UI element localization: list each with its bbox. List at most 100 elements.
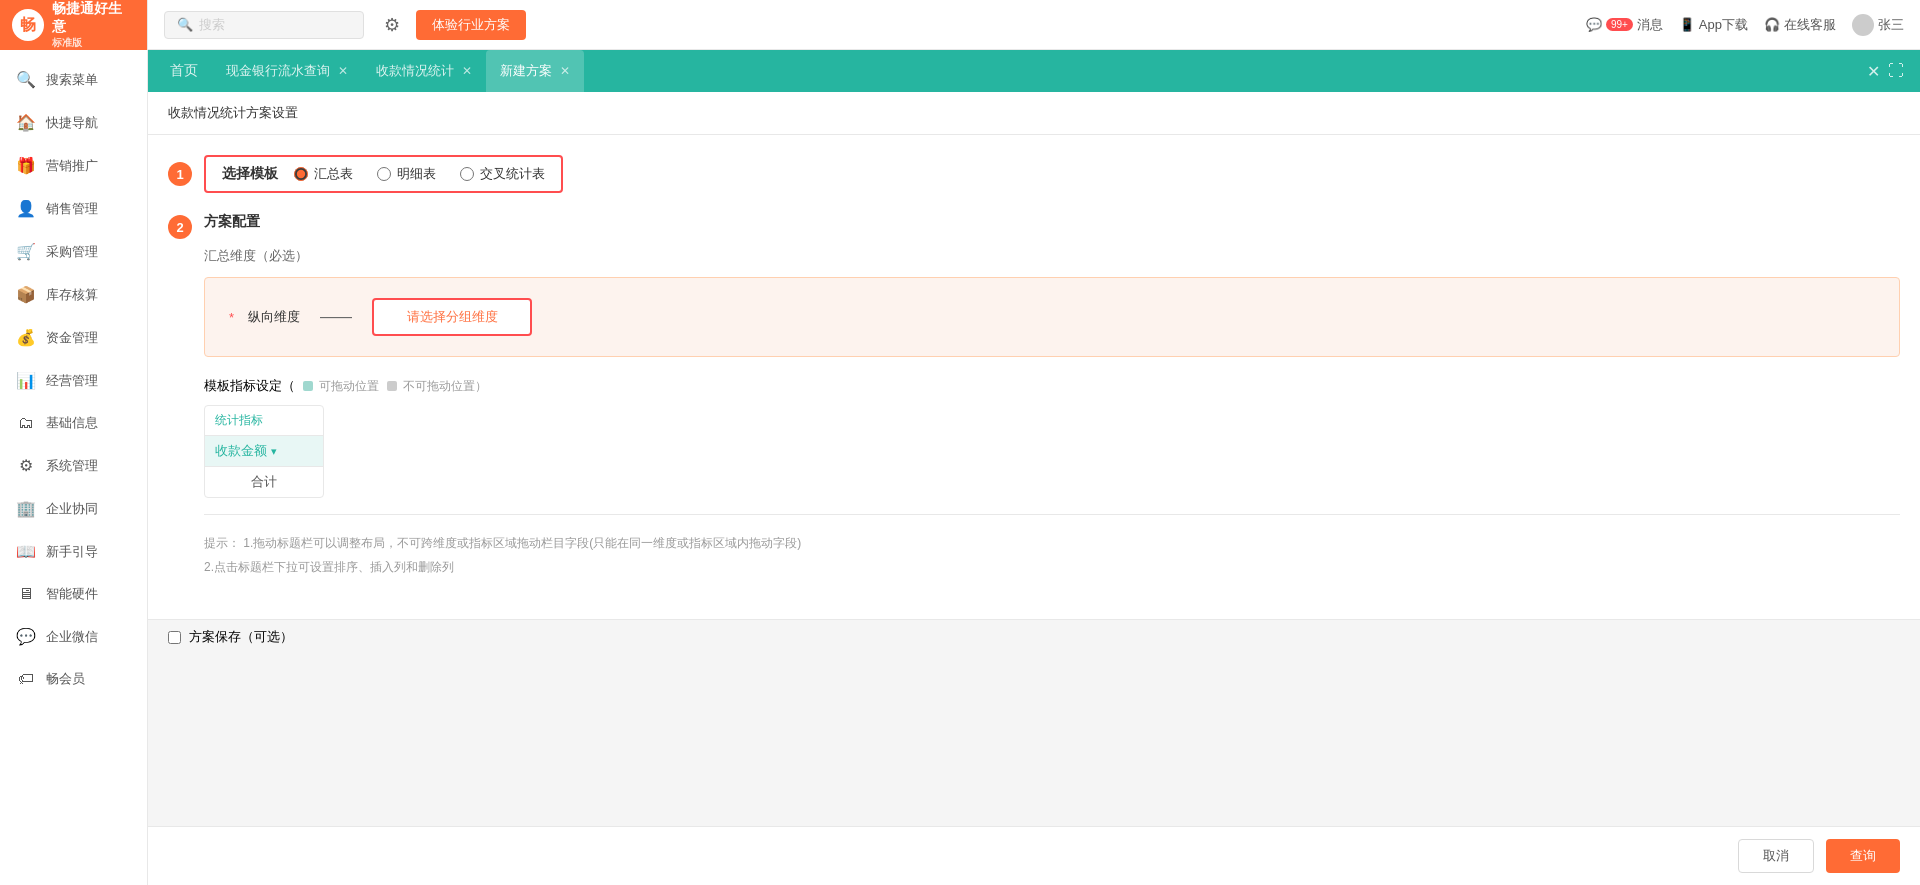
radio-detail-input[interactable]	[377, 167, 391, 181]
app-download-item[interactable]: 📱 App下载	[1679, 16, 1748, 34]
tab-bank[interactable]: 现金银行流水查询 ✕	[212, 50, 362, 92]
sidebar-item-inventory[interactable]: 📦 库存核算	[0, 273, 147, 316]
step2-badge: 2	[168, 215, 192, 239]
template-box: 选择模板 汇总表 明细表 交叉统计表	[204, 155, 563, 193]
sidebar-item-guide[interactable]: 📖 新手引导	[0, 530, 147, 573]
tab-receipt-label: 收款情况统计	[376, 62, 454, 80]
trial-button[interactable]: 体验行业方案	[416, 10, 526, 40]
search-icon: 🔍	[177, 17, 193, 32]
step1-label: 选择模板	[222, 165, 278, 183]
main-area: 🔍 搜索 ⚙ 体验行业方案 💬 99+ 消息 📱 App下载 🎧 在线客服 张三	[148, 0, 1920, 885]
username-label: 张三	[1878, 16, 1904, 34]
metrics-header: 模板指标设定（ 可拖动位置 不可拖动位置）	[204, 377, 1900, 395]
user-icon: 👤	[16, 199, 36, 218]
tag-icon: 🏷	[16, 670, 36, 688]
sidebar-item-search[interactable]: 🔍 搜索菜单	[0, 58, 147, 101]
support-label: 在线客服	[1784, 16, 1836, 34]
content-area: 收款情况统计方案设置 1 选择模板 汇总表 明细表	[148, 92, 1920, 826]
sidebar-item-sales[interactable]: 👤 销售管理	[0, 187, 147, 230]
dimension-area: * 纵向维度 —— 请选择分组维度	[204, 277, 1900, 357]
support-item[interactable]: 🎧 在线客服	[1764, 16, 1836, 34]
home-icon: 🏠	[16, 113, 36, 132]
cancel-button[interactable]: 取消	[1738, 839, 1814, 873]
sidebar-label-operations: 经营管理	[46, 372, 98, 390]
tab-maximize-icon[interactable]: ⛶	[1888, 62, 1904, 81]
sidebar-item-basic[interactable]: 🗂 基础信息	[0, 402, 147, 444]
sidebar-item-purchase[interactable]: 🛒 采购管理	[0, 230, 147, 273]
header-search-box[interactable]: 🔍 搜索	[164, 11, 364, 39]
select-dimension-button[interactable]: 请选择分组维度	[372, 298, 532, 336]
sidebar-label-quicknav: 快捷导航	[46, 114, 98, 132]
metrics-header-row: 收款金额 ▾	[205, 436, 323, 467]
hint-2: 2.点击标题栏下拉可设置排序、插入列和删除列	[204, 555, 1900, 579]
sidebar-item-cooperation[interactable]: 🏢 企业协同	[0, 487, 147, 530]
logo-sub: 标准版	[52, 36, 135, 50]
radio-summary-label: 汇总表	[314, 165, 353, 183]
sidebar-item-operations[interactable]: 📊 经营管理	[0, 359, 147, 402]
radio-detail[interactable]: 明细表	[377, 165, 436, 183]
breadcrumb: 收款情况统计方案设置	[148, 92, 1920, 135]
radio-summary-input[interactable]	[294, 167, 308, 181]
notification-item[interactable]: 💬 99+ 消息	[1586, 16, 1663, 34]
tab-bank-label: 现金银行流水查询	[226, 62, 330, 80]
tab-new-plan-close[interactable]: ✕	[560, 64, 570, 78]
user-avatar	[1852, 14, 1874, 36]
support-icon: 🎧	[1764, 17, 1780, 32]
tab-bank-close[interactable]: ✕	[338, 64, 348, 78]
query-button[interactable]: 查询	[1826, 839, 1900, 873]
draggable-label: 可拖动位置	[319, 378, 379, 395]
tab-new-plan[interactable]: 新建方案 ✕	[486, 50, 584, 92]
drag-dot-green	[303, 381, 313, 391]
breadcrumb-text: 收款情况统计方案设置	[168, 105, 298, 120]
sidebar-item-system[interactable]: ⚙ 系统管理	[0, 444, 147, 487]
sidebar-item-member[interactable]: 🏷 畅会员	[0, 658, 147, 700]
save-plan-checkbox[interactable]	[168, 631, 181, 644]
dropdown-arrow-icon[interactable]: ▾	[271, 445, 277, 458]
metrics-tag-label: 收款金额	[215, 442, 267, 460]
radio-detail-label: 明细表	[397, 165, 436, 183]
sidebar-label-inventory: 库存核算	[46, 286, 98, 304]
metrics-section: 模板指标设定（ 可拖动位置 不可拖动位置） 统计指标	[204, 377, 1900, 498]
sidebar-item-finance[interactable]: 💰 资金管理	[0, 316, 147, 359]
hint-1: 提示： 1.拖动标题栏可以调整布局，不可跨维度或指标区域拖动栏目字段(只能在同一…	[204, 531, 1900, 555]
tab-receipt-close[interactable]: ✕	[462, 64, 472, 78]
radio-cross[interactable]: 交叉统计表	[460, 165, 545, 183]
book-icon: 📖	[16, 542, 36, 561]
chat-icon: 💬	[16, 627, 36, 646]
logo-text: 畅捷通好生意 标准版	[52, 0, 135, 50]
settings-icon[interactable]: ⚙	[384, 14, 400, 36]
sidebar-label-purchase: 采购管理	[46, 243, 98, 261]
sidebar-label-hardware: 智能硬件	[46, 585, 98, 603]
step2-row: 2 方案配置 汇总维度（必选） * 纵向维度 —— 请选择分组维度	[168, 213, 1900, 579]
sidebar-item-hardware[interactable]: 🖥 智能硬件	[0, 573, 147, 615]
tab-home[interactable]: 首页	[156, 50, 212, 92]
notification-badge: 99+	[1606, 18, 1633, 31]
radio-cross-input[interactable]	[460, 167, 474, 181]
sidebar-item-quicknav[interactable]: 🏠 快捷导航	[0, 101, 147, 144]
template-options: 汇总表 明细表 交叉统计表	[294, 165, 545, 183]
top-header: 🔍 搜索 ⚙ 体验行业方案 💬 99+ 消息 📱 App下载 🎧 在线客服 张三	[148, 0, 1920, 50]
save-plan-label: 方案保存（可选）	[189, 628, 293, 646]
non-draggable-label: 不可拖动位置）	[403, 378, 487, 395]
sidebar-item-wechat[interactable]: 💬 企业微信	[0, 615, 147, 658]
radio-summary[interactable]: 汇总表	[294, 165, 353, 183]
money-icon: 💰	[16, 328, 36, 347]
folder-icon: 🗂	[16, 414, 36, 432]
draggable-indicator: 可拖动位置	[303, 378, 379, 395]
metrics-table: 统计指标 收款金额 ▾ 合计	[204, 405, 324, 498]
tab-receipt[interactable]: 收款情况统计 ✕	[362, 50, 486, 92]
sidebar-item-marketing[interactable]: 🎁 营销推广	[0, 144, 147, 187]
chart-icon: 📊	[16, 371, 36, 390]
sidebar-label-basic: 基础信息	[46, 414, 98, 432]
user-item[interactable]: 张三	[1852, 14, 1904, 36]
notification-label: 消息	[1637, 16, 1663, 34]
radio-cross-label: 交叉统计表	[480, 165, 545, 183]
metrics-total-row: 合计	[205, 467, 323, 497]
footer-section: 方案保存（可选）	[148, 619, 1920, 654]
tab-new-plan-label: 新建方案	[500, 62, 552, 80]
sidebar-menu: 🔍 搜索菜单 🏠 快捷导航 🎁 营销推广 👤 销售管理 🛒 采购管理 📦 库存核…	[0, 50, 147, 885]
tab-close-window-icon[interactable]: ✕	[1867, 62, 1880, 81]
arrow-icon: ——	[320, 308, 352, 326]
sidebar-label-guide: 新手引导	[46, 543, 98, 561]
divider	[204, 514, 1900, 515]
